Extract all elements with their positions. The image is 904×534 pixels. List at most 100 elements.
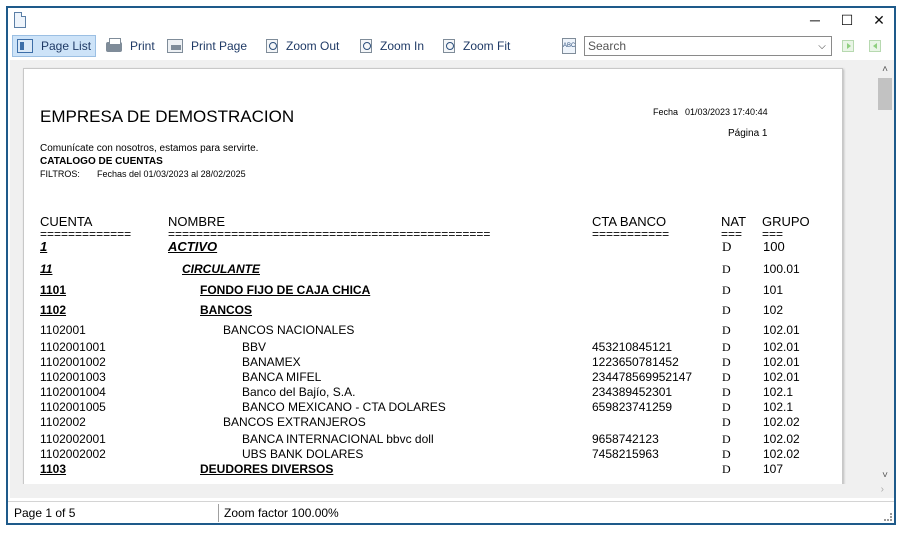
row-cta-banco: 7458215963 (592, 447, 659, 461)
row-grupo: 102.01 (763, 355, 800, 369)
page-indicator: Page 1 of 5 (14, 506, 76, 520)
date-label: Fecha (653, 107, 679, 117)
toolbar: Page List Print Print Page Zoom Out Zoom… (8, 34, 894, 60)
row-nombre: ACTIVO (168, 239, 218, 254)
vertical-scroll-thumb[interactable] (878, 78, 892, 110)
find-previous-button[interactable] (869, 40, 881, 52)
row-cta-banco: 9658742123 (592, 432, 659, 446)
vertical-scrollbar[interactable]: ˄ ˅ (876, 60, 894, 484)
row-cuenta: 1102001004 (40, 385, 106, 399)
status-bar: Page 1 of 5 Zoom factor 100.00% (8, 501, 894, 523)
row-nat: D (722, 447, 731, 461)
row-grupo: 102.02 (763, 415, 800, 429)
row-nat: D (722, 370, 731, 384)
row-nat: D (722, 432, 731, 446)
chevron-down-icon[interactable]: ⌵ (815, 37, 829, 55)
print-page-label: Print Page (191, 39, 248, 53)
row-nombre: BANCOS EXTRANJEROS (223, 415, 366, 429)
row-nat: D (722, 400, 731, 414)
filters-label: FILTROS: (40, 169, 80, 179)
resize-grip-icon[interactable] (884, 513, 892, 521)
row-nombre: BANCA MIFEL (242, 370, 322, 384)
row-nombre: BANCA INTERNACIONAL bbvc doll (242, 432, 434, 446)
row-nat: D (722, 323, 731, 337)
print-button[interactable]: Print (102, 35, 159, 57)
status-separator (218, 504, 219, 522)
search-options-button[interactable]: ABC (558, 35, 584, 57)
row-nombre: UBS BANK DOLARES (242, 447, 364, 461)
minimize-button[interactable]: ─ (799, 8, 831, 32)
row-grupo: 102.01 (763, 340, 800, 354)
row-nombre: CIRCULANTE (182, 262, 260, 276)
row-grupo: 100.01 (763, 262, 800, 276)
row-grupo: 102.02 (763, 447, 800, 461)
page-list-label: Page List (41, 39, 92, 53)
title-bar: ─ ☐ ✕ (8, 8, 894, 34)
print-page-button[interactable]: Print Page (163, 35, 251, 57)
find-next-button[interactable] (842, 40, 854, 52)
row-grupo: 100 (763, 239, 785, 254)
row-grupo: 102.01 (763, 370, 800, 384)
zoom-out-icon (266, 39, 278, 53)
zoom-in-icon (360, 39, 372, 53)
zoom-out-button[interactable]: Zoom Out (262, 35, 343, 57)
row-nat: D (722, 303, 731, 317)
document-icon (14, 12, 26, 28)
row-grupo: 102.01 (763, 323, 800, 337)
row-grupo: 102.1 (763, 385, 794, 399)
row-grupo: 102.02 (763, 432, 800, 446)
underline-cta-banco: =========== (592, 227, 670, 241)
scroll-right-icon[interactable]: › (881, 484, 884, 495)
row-cuenta: 1102002 (40, 415, 86, 429)
row-nombre: DEUDORES DIVERSOS (200, 462, 334, 476)
row-nat: D (722, 262, 731, 276)
row-cuenta: 1103 (40, 462, 67, 476)
zoom-fit-button[interactable]: Zoom Fit (439, 35, 514, 57)
row-cuenta: 1102002002 (40, 447, 106, 461)
page-list-button[interactable]: Page List (12, 35, 97, 57)
row-cuenta: 11 (40, 262, 53, 276)
row-cuenta: 1102001002 (40, 355, 106, 369)
row-nombre: BANCO MEXICANO - CTA DOLARES (242, 400, 446, 414)
report-viewer[interactable]: EMPRESA DE DEMOSTRACION Fecha 01/03/2023… (10, 60, 876, 484)
row-grupo: 102.1 (763, 400, 794, 414)
row-nombre: BANAMEX (242, 355, 301, 369)
zoom-fit-icon (443, 39, 455, 53)
row-nombre: BANCOS (200, 303, 253, 317)
maximize-button[interactable]: ☐ (831, 8, 863, 32)
row-nat: D (722, 239, 732, 254)
date-value: 01/03/2023 17:40:44 (685, 107, 768, 117)
page-list-icon (17, 39, 33, 53)
zoom-in-button[interactable]: Zoom In (356, 35, 428, 57)
row-cuenta: 1102001005 (40, 400, 106, 414)
report-preview-window: ─ ☐ ✕ Page List Print Print Page Zoom Ou… (6, 6, 896, 525)
row-cta-banco: 453210845121 (592, 340, 673, 354)
search-placeholder: Search (588, 39, 627, 53)
row-cuenta: 1102001001 (40, 340, 106, 354)
row-cuenta: 1102001 (40, 323, 86, 337)
row-cuenta: 1 (40, 239, 48, 254)
horizontal-scrollbar[interactable]: › (10, 484, 894, 498)
zoom-fit-label: Zoom Fit (463, 39, 511, 53)
printer-icon (106, 38, 122, 52)
page-number: Página 1 (728, 128, 768, 139)
scroll-down-icon[interactable]: ˅ (876, 468, 894, 482)
zoom-out-label: Zoom Out (286, 39, 340, 53)
row-nombre: Banco del Bajío, S.A. (242, 385, 356, 399)
print-page-icon (167, 39, 183, 53)
print-label: Print (130, 39, 155, 53)
abc-search-icon: ABC (562, 38, 576, 54)
row-cuenta: 1102 (40, 303, 67, 317)
company-name: EMPRESA DE DEMOSTRACION (40, 107, 295, 126)
search-combobox[interactable]: Search ⌵ (584, 36, 832, 56)
row-nat: D (722, 462, 731, 476)
row-nombre: BANCOS NACIONALES (223, 323, 355, 337)
row-grupo: 107 (763, 462, 784, 476)
row-cta-banco: 1223650781452 (592, 355, 679, 369)
close-button[interactable]: ✕ (863, 8, 895, 32)
row-cuenta: 1101 (40, 283, 67, 297)
zoom-factor: Zoom factor 100.00% (224, 506, 339, 520)
filters-value: Fechas del 01/03/2023 al 28/02/2025 (97, 169, 246, 179)
tagline: Comunícate con nosotros, estamos para se… (40, 143, 259, 154)
scroll-up-icon[interactable]: ˄ (876, 62, 894, 76)
